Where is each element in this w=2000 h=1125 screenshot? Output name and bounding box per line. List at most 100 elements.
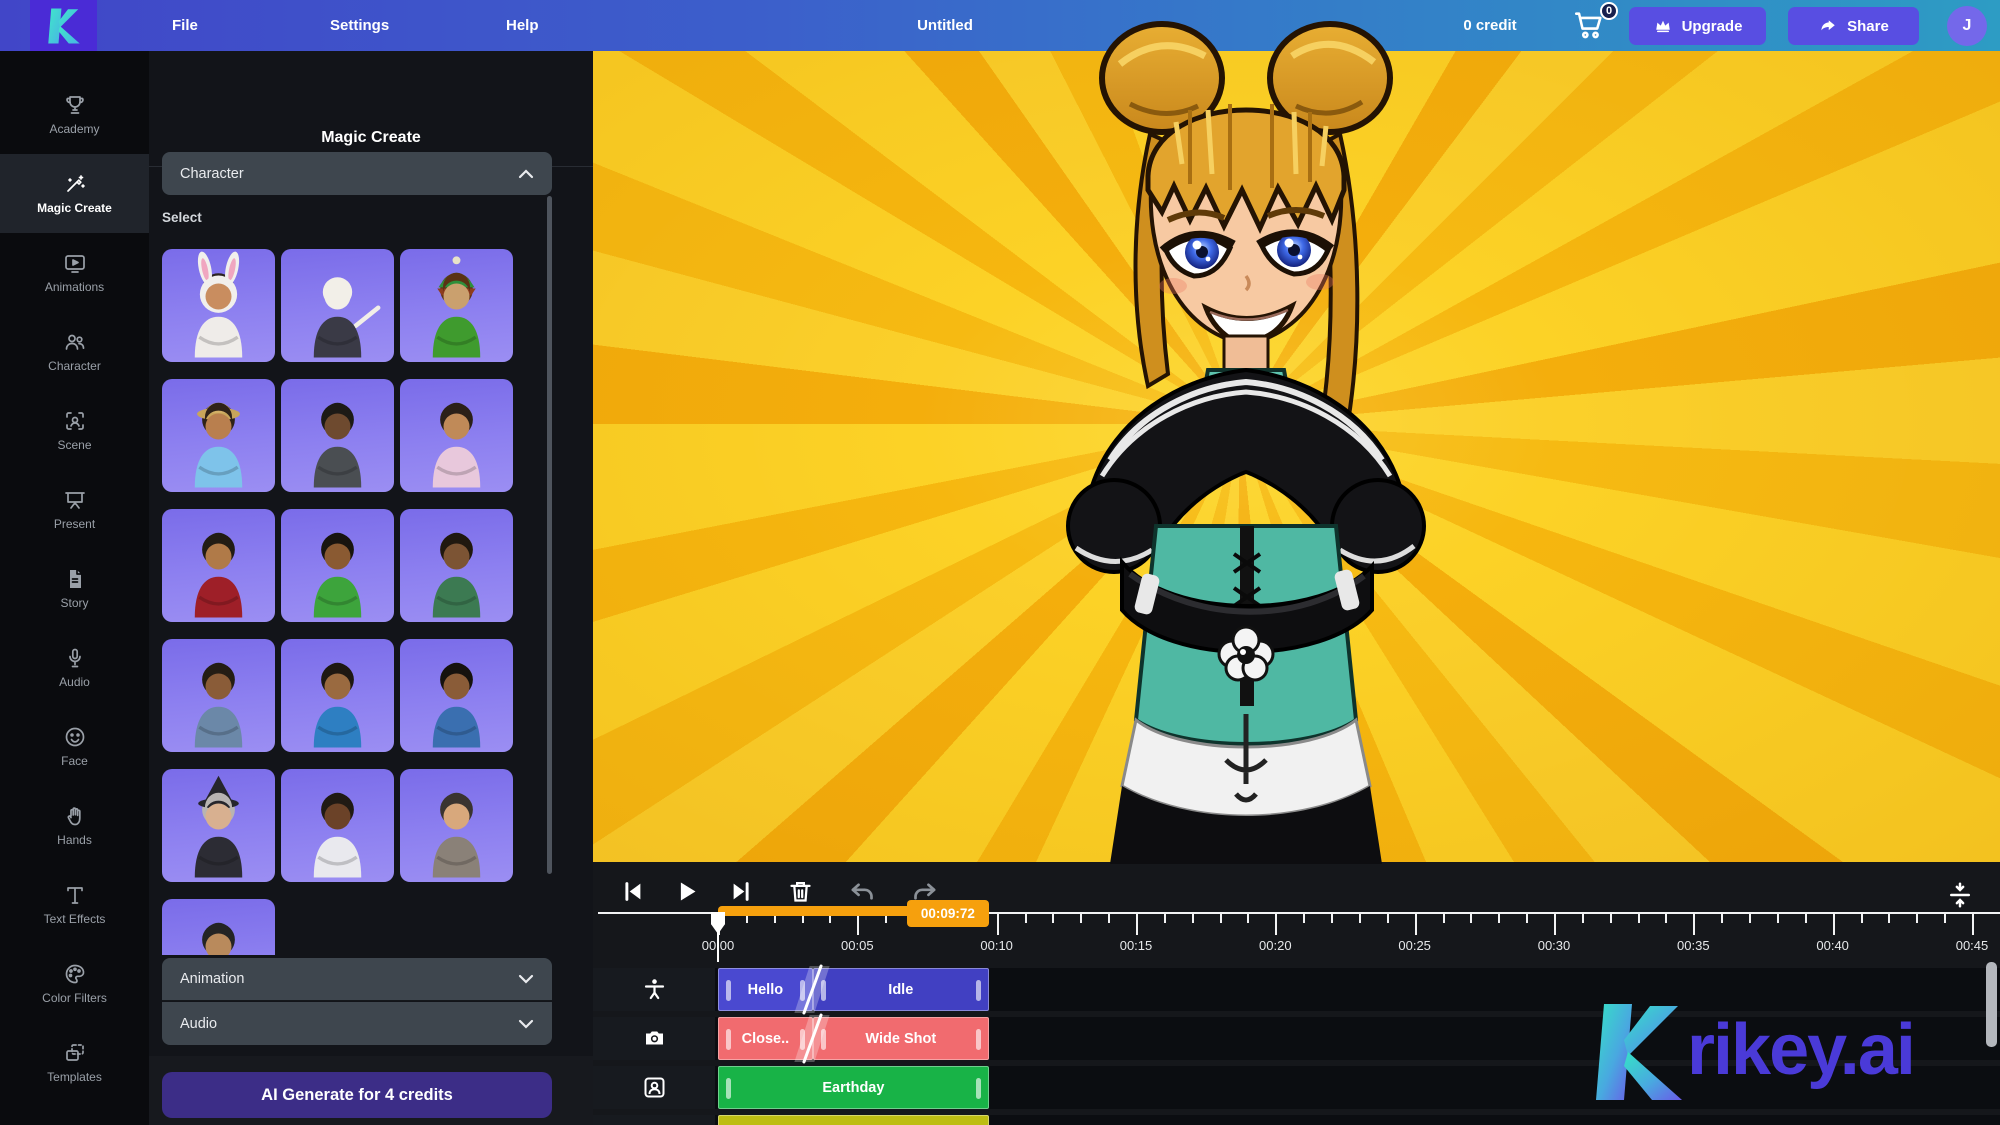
play-button[interactable] [669,874,703,908]
app-root: File Settings Help Untitled 0 credit 0 U… [0,0,2000,1125]
sidebar-item-story[interactable]: Story [0,549,149,628]
menu-settings[interactable]: Settings [330,0,389,51]
character-tile-9-plain[interactable] [400,509,513,622]
character-tile-10-plain[interactable] [162,639,275,752]
ruler-tick [1498,914,1501,923]
character-tile-4-hat[interactable] [162,379,275,492]
sidebar-item-scene[interactable]: Scene [0,391,149,470]
character-tile-1-bunny[interactable] [162,249,275,362]
fit-timeline-icon[interactable] [1945,880,1975,910]
character-tile-8-plain[interactable] [281,509,394,622]
ruler-tick [1080,914,1083,923]
ruler-tick [1052,914,1055,923]
clip-unnamed[interactable] [718,1115,989,1125]
character-tile-5-plain[interactable] [281,379,394,492]
character-tile-16-plain[interactable] [162,899,275,955]
clip-wide-shot[interactable]: Wide Shot [812,1017,989,1060]
cart-button[interactable]: 0 [1572,2,1618,48]
character-tile-15-plain[interactable] [400,769,513,882]
character-tile-14-plain[interactable] [281,769,394,882]
sidebar-item-audio[interactable]: Audio [0,628,149,707]
ruler-label: 00:35 [1677,938,1710,953]
ruler-tick [1108,914,1111,923]
animation-accordion[interactable]: Animation [162,958,552,1001]
camera-track-icon-cell [593,1017,715,1060]
duration-bar [718,906,907,916]
ruler-label: 00:30 [1537,938,1571,953]
sidebar-item-magic-create[interactable]: Magic Create [0,154,149,233]
sidebar-item-label: Animations [44,280,105,295]
text-icon [66,887,83,905]
clip-idle[interactable]: Idle [812,968,989,1011]
scene-icon [65,412,84,431]
extra-track-row [593,1115,2000,1125]
skip-to-start-button[interactable] [615,874,649,908]
frame-track-icon [644,1077,664,1098]
character-tile-2-skeleton[interactable] [281,249,394,362]
undo-button[interactable] [845,874,879,908]
sidebar-item-academy[interactable]: Academy [0,75,149,154]
ruler-tick [1414,914,1417,935]
krikey-k-logo [1596,1004,1682,1100]
user-avatar[interactable]: J [1947,6,1987,46]
ruler-tick [857,914,860,935]
ai-generate-button[interactable]: AI Generate for 4 credits [162,1072,552,1118]
clip-trim-handle-left[interactable] [726,1078,731,1099]
clip-trim-handle-right[interactable] [975,980,981,1001]
skip-to-end-button[interactable] [724,874,758,908]
audio-accordion[interactable]: Audio [162,1002,552,1045]
krikey-logo[interactable] [30,0,97,51]
character-tile-6-plain[interactable] [400,379,513,492]
sidebar-item-color-filters[interactable]: Color Filters [0,944,149,1023]
project-title[interactable]: Untitled [860,0,1030,51]
character-tile-11-plain[interactable] [281,639,394,752]
ruler-tick [1749,914,1752,923]
ruler-tick [1944,914,1947,923]
clip-earthday[interactable]: Earthday [718,1066,989,1109]
sidebar-item-text-effects[interactable]: Text Effects [0,865,149,944]
ruler-tick [1721,914,1724,923]
ruler-tick [1693,914,1696,935]
ruler-label: 00:10 [980,938,1013,953]
menu-help[interactable]: Help [506,0,539,51]
ruler-label: 00:05 [841,938,874,953]
ruler-tick [1219,914,1222,923]
playhead-handle[interactable] [711,912,725,934]
sidebar-item-present[interactable]: Present [0,470,149,549]
character-tile-7-plain[interactable] [162,509,275,622]
upgrade-label: Upgrade [1681,17,1743,35]
tool-sidebar: Academy Magic Create Animations Character Sc… [0,51,149,1125]
ruler-tick [1776,914,1779,923]
panel-scrollbar[interactable] [547,196,552,874]
clip-transition-marker[interactable] [794,964,830,1015]
clip-transition-marker[interactable] [794,1013,830,1064]
character-tile-3-elf[interactable] [400,249,513,362]
sidebar-item-character[interactable]: Character [0,312,149,391]
character-tile-13-witch[interactable] [162,769,275,882]
menu-file[interactable]: File [172,0,198,51]
clip-trim-handle-left[interactable] [726,980,731,1001]
clip-trim-handle-right[interactable] [975,1029,981,1050]
upgrade-button[interactable]: Upgrade [1629,7,1766,45]
sidebar-item-face[interactable]: Face [0,707,149,786]
share-button[interactable]: Share [1788,7,1919,45]
ruler-tick [1832,914,1835,935]
character-tile-12-plain[interactable] [400,639,513,752]
crown-icon [1655,20,1670,33]
sidebar-item-label: Audio [59,675,90,690]
scene-track-icon-cell [593,1066,715,1109]
top-menu-bar: File Settings Help Untitled 0 credit 0 U… [0,0,2000,51]
vertical-scrollbar[interactable] [1986,962,1997,1047]
delete-button[interactable] [783,874,817,908]
sidebar-item-templates[interactable]: Templates [0,1023,149,1102]
clip-trim-handle-left[interactable] [726,1029,731,1050]
sidebar-item-animations[interactable]: Animations [0,233,149,312]
sidebar-item-hands[interactable]: Hands [0,786,149,865]
select-label: Select [162,210,202,225]
character-accordion[interactable]: Character [162,152,552,195]
ruler-tick [1358,914,1361,923]
ruler-tick [1637,914,1640,923]
sidebar-item-label: Color Filters [42,991,107,1006]
ruler-tick [1163,914,1166,923]
clip-trim-handle-right[interactable] [975,1078,981,1099]
